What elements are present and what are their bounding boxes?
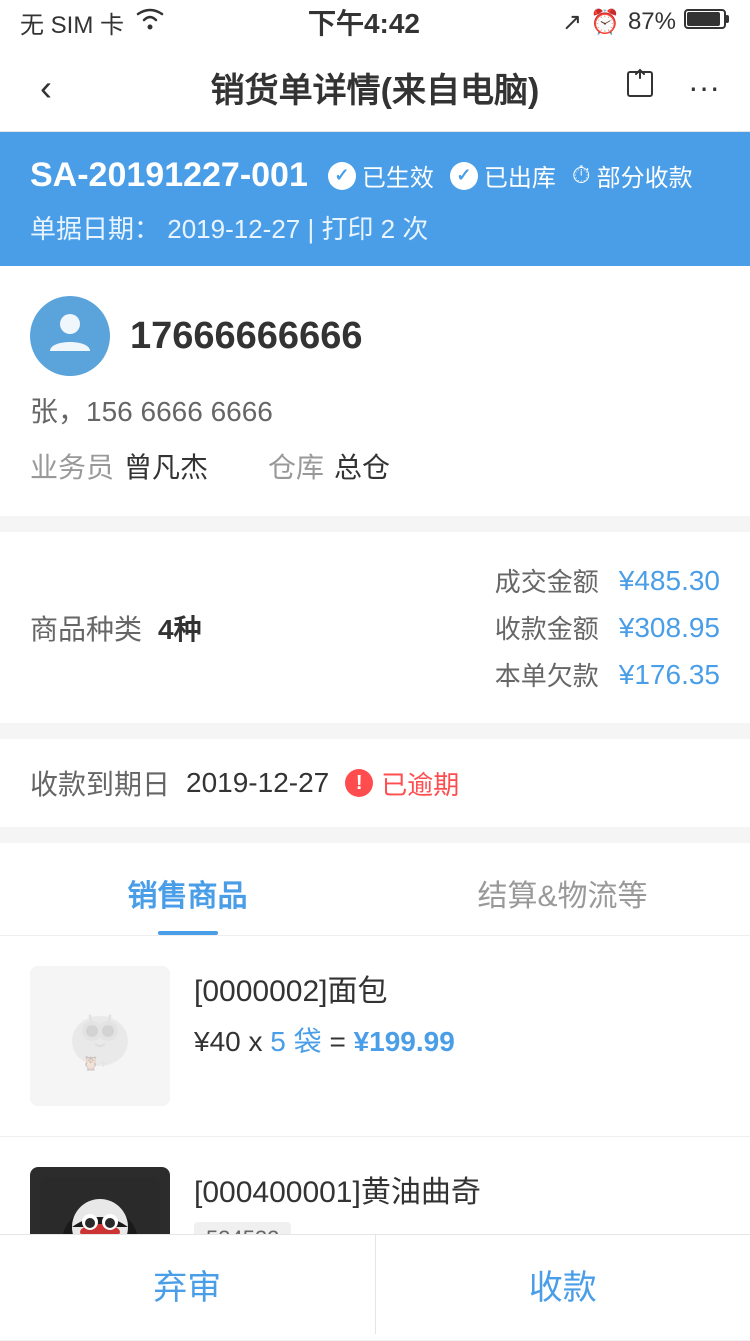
warehouse-item: 仓库 总仓 xyxy=(268,446,390,486)
tab-products[interactable]: 销售商品 xyxy=(0,843,375,935)
product-type-label: 商品种类 xyxy=(30,608,142,648)
location-icon: ↗ xyxy=(562,8,582,37)
product-qty-1: 5 袋 xyxy=(270,1026,329,1057)
clock-icon: ⏱ xyxy=(572,162,591,190)
owed-amount-row: 本单欠款 ¥176.35 xyxy=(495,656,720,693)
customer-top: 17666666666 xyxy=(30,296,720,376)
page-title: 销货单详情(来自电脑) xyxy=(211,63,540,112)
received-amount-value: ¥308.95 xyxy=(619,612,720,644)
amounts: 成交金额 ¥485.30 收款金额 ¥308.95 本单欠款 ¥176.35 xyxy=(495,562,720,693)
salesperson-label: 业务员 xyxy=(30,446,114,486)
warehouse-value: 总仓 xyxy=(334,446,390,486)
status-badges: ✓ 已生效 ✓ 已出库 ⏱ 部分收款 xyxy=(328,158,693,193)
salesperson-item: 业务员 曾凡杰 xyxy=(30,446,208,486)
back-button[interactable]: ‹ xyxy=(30,57,62,119)
nav-actions: ··· xyxy=(622,66,720,110)
print-info: | 打印 2 次 xyxy=(307,214,428,244)
owed-amount-value: ¥176.35 xyxy=(619,659,720,691)
bottom-bar: 弃审 收款 xyxy=(0,1234,750,1334)
customer-phone: 17666666666 xyxy=(130,315,362,358)
check-icon-1: ✓ xyxy=(328,162,356,190)
summary-section: 商品种类 4种 成交金额 ¥485.30 收款金额 ¥308.95 本单欠款 ¥… xyxy=(0,532,750,723)
sim-status: 无 SIM 卡 xyxy=(20,5,124,40)
avatar xyxy=(30,296,110,376)
battery-icon xyxy=(684,7,730,38)
overdue-text: 已逾期 xyxy=(381,765,459,802)
product-name-1: [0000002]面包 xyxy=(194,966,720,1010)
product-total-1: ¥199.99 xyxy=(354,1026,455,1057)
battery-level: 87% xyxy=(628,8,676,36)
collect-payment-button[interactable]: 收款 xyxy=(376,1235,750,1334)
customer-section: 17666666666 张，156 6666 6666 业务员 曾凡杰 仓库 总… xyxy=(0,266,750,516)
order-header: SA-20191227-001 ✓ 已生效 ✓ 已出库 ⏱ 部分收款 单据日期：… xyxy=(0,132,750,266)
date-label: 单据日期： xyxy=(30,214,160,244)
status-partial-payment: ⏱ 部分收款 xyxy=(572,158,693,193)
order-date: 2019-12-27 xyxy=(167,214,300,244)
alarm-icon: ⏰ xyxy=(590,8,620,37)
warehouse-label: 仓库 xyxy=(268,446,324,486)
status-right: ↗ ⏰ 87% xyxy=(562,7,730,38)
deal-amount-label: 成交金额 xyxy=(495,562,599,599)
received-amount-row: 收款金额 ¥308.95 xyxy=(495,609,720,646)
deal-amount-row: 成交金额 ¥485.30 xyxy=(495,562,720,599)
nav-bar: ‹ 销货单详情(来自电脑) ··· xyxy=(0,44,750,132)
summary-grid: 商品种类 4种 成交金额 ¥485.30 收款金额 ¥308.95 本单欠款 ¥… xyxy=(30,562,720,693)
status-effective: ✓ 已生效 xyxy=(328,158,434,193)
salesperson-value: 曾凡杰 xyxy=(124,446,208,486)
status-shipped: ✓ 已出库 xyxy=(450,158,556,193)
received-amount-label: 收款金额 xyxy=(495,609,599,646)
customer-meta: 业务员 曾凡杰 仓库 总仓 xyxy=(30,446,720,486)
product-name-2: [000400001]黄油曲奇 xyxy=(194,1167,720,1211)
share-icon[interactable] xyxy=(622,66,658,110)
owed-amount-label: 本单欠款 xyxy=(495,656,599,693)
overdue-icon: ! xyxy=(345,769,373,797)
status-bar: 无 SIM 卡 下午4:42 ↗ ⏰ 87% xyxy=(0,0,750,44)
person-icon xyxy=(48,309,92,363)
order-id: SA-20191227-001 xyxy=(30,156,308,195)
cancel-review-button[interactable]: 弃审 xyxy=(0,1235,376,1334)
due-label: 收款到期日 xyxy=(30,763,170,803)
deal-amount-value: ¥485.30 xyxy=(619,565,720,597)
customer-info: 张，156 6666 6666 xyxy=(30,390,720,430)
status-left: 无 SIM 卡 xyxy=(20,5,166,40)
order-date-row: 单据日期： 2019-12-27 | 打印 2 次 xyxy=(30,209,720,246)
product-item: 🦉+ [0000002]面包 ¥40 x 5 袋 = ¥199.99 xyxy=(0,936,750,1137)
product-count: 4种 xyxy=(158,608,202,648)
wifi-icon xyxy=(134,8,166,37)
overdue-badge: ! 已逾期 xyxy=(345,765,459,802)
due-section: 收款到期日 2019-12-27 ! 已逾期 xyxy=(0,739,750,827)
product-info-1: [0000002]面包 ¥40 x 5 袋 = ¥199.99 xyxy=(194,966,720,1106)
tab-settlement[interactable]: 结算&物流等 xyxy=(375,843,750,935)
check-icon-2: ✓ xyxy=(450,162,478,190)
svg-text:🦉+: 🦉+ xyxy=(82,1055,108,1072)
due-date: 2019-12-27 xyxy=(186,767,329,799)
product-thumb-1: 🦉+ xyxy=(30,966,170,1106)
tabs: 销售商品 结算&物流等 xyxy=(0,843,750,936)
more-icon[interactable]: ··· xyxy=(688,69,720,106)
product-price-1: ¥40 x 5 袋 = ¥199.99 xyxy=(194,1020,720,1060)
status-time: 下午4:42 xyxy=(308,2,420,42)
product-types: 商品种类 4种 xyxy=(30,562,202,693)
